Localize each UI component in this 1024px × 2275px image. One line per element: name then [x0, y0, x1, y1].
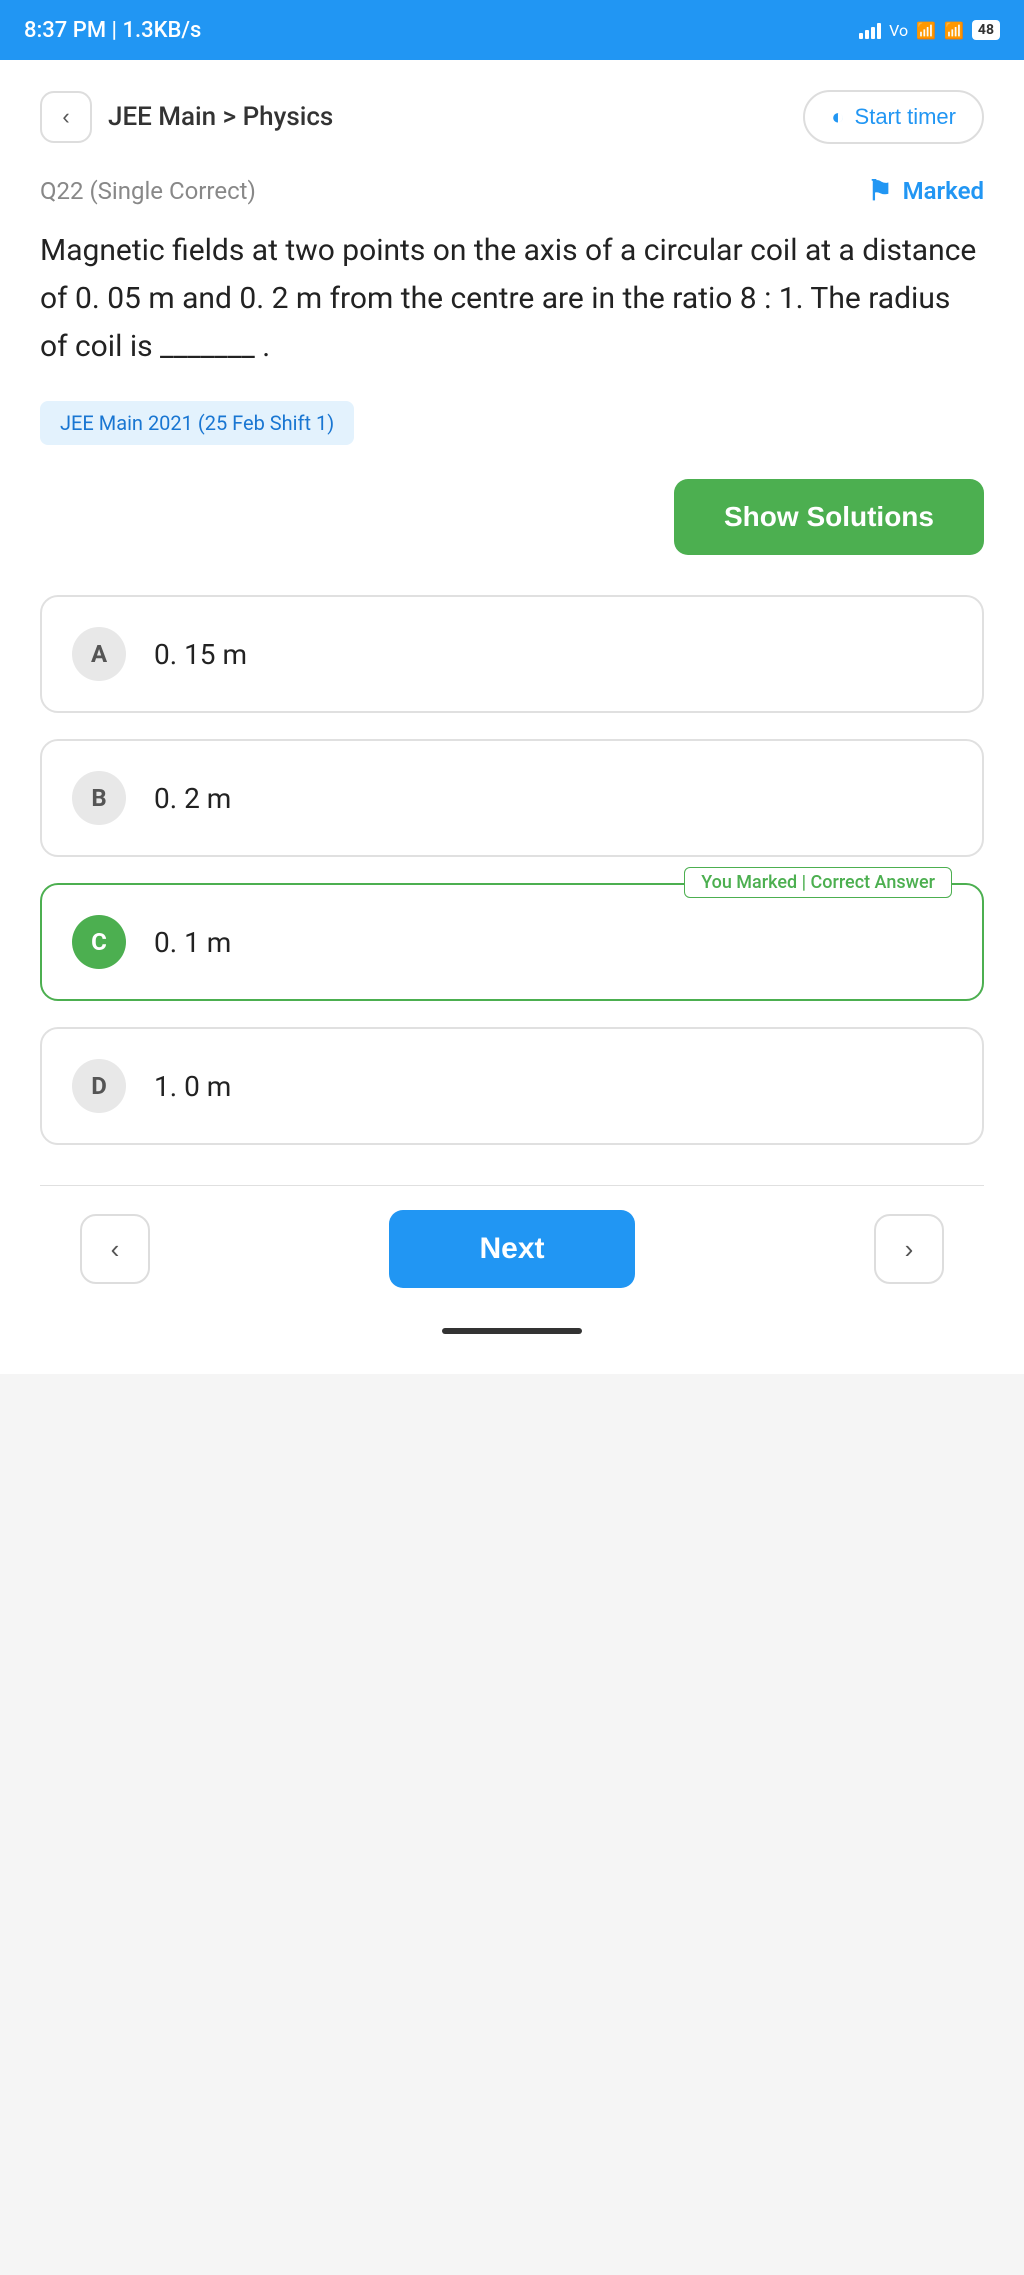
nav-left: ‹ JEE Main > Physics — [40, 91, 333, 143]
bookmark-icon: ⚑ — [868, 174, 893, 207]
top-nav: ‹ JEE Main > Physics ◐ Start timer — [40, 60, 984, 164]
back-arrow-icon: ‹ — [62, 104, 69, 130]
option-d[interactable]: D 1. 0 m — [40, 1027, 984, 1145]
correct-answer-label: You Marked | Correct Answer — [684, 867, 952, 898]
option-a-text: 0. 15 m — [154, 638, 247, 671]
prev-arrow-icon: ‹ — [111, 1234, 120, 1265]
signal-icon — [859, 21, 881, 39]
wifi-icon: 📶 — [916, 21, 936, 40]
option-a[interactable]: A 0. 15 m — [40, 595, 984, 713]
show-solutions-button[interactable]: Show Solutions — [674, 479, 984, 555]
next-arrow-button[interactable]: › — [874, 1214, 944, 1284]
question-text: Magnetic fields at two points on the axi… — [40, 227, 984, 371]
battery-indicator: 48 — [972, 20, 1000, 40]
option-a-letter: A — [72, 627, 126, 681]
status-bar: 8:37 PM | 1.3KB/s Vo 📶 📶 48 — [0, 0, 1024, 60]
option-d-letter: D — [72, 1059, 126, 1113]
prev-button[interactable]: ‹ — [80, 1214, 150, 1284]
next-button[interactable]: Next — [389, 1210, 634, 1288]
breadcrumb: JEE Main > Physics — [108, 102, 333, 132]
back-button[interactable]: ‹ — [40, 91, 92, 143]
marked-label: Marked — [903, 177, 984, 205]
question-tag: JEE Main 2021 (25 Feb Shift 1) — [40, 401, 354, 445]
vo-label: Vo — [889, 21, 908, 40]
status-icons: Vo 📶 📶 48 — [859, 20, 1000, 40]
options-container: A 0. 15 m B 0. 2 m You Marked | Correct … — [40, 595, 984, 1145]
option-c[interactable]: You Marked | Correct Answer C 0. 1 m — [40, 883, 984, 1001]
home-indicator — [442, 1328, 582, 1334]
option-c-letter: C — [72, 915, 126, 969]
option-b-text: 0. 2 m — [154, 782, 231, 815]
option-b[interactable]: B 0. 2 m — [40, 739, 984, 857]
marked-badge: ⚑ Marked — [868, 174, 985, 207]
question-number: Q22 (Single Correct) — [40, 177, 256, 205]
status-time: 8:37 PM | 1.3KB/s — [24, 18, 201, 43]
next-arrow-icon: › — [905, 1234, 914, 1265]
bottom-nav: ‹ Next › — [40, 1185, 984, 1318]
signal-strength-icon: 📶 — [944, 21, 964, 40]
start-timer-button[interactable]: ◐ Start timer — [803, 90, 984, 144]
main-content: ‹ JEE Main > Physics ◐ Start timer Q22 (… — [0, 60, 1024, 1374]
timer-label: Start timer — [855, 104, 956, 130]
option-c-text: 0. 1 m — [154, 926, 231, 959]
question-header: Q22 (Single Correct) ⚑ Marked — [40, 174, 984, 207]
option-d-text: 1. 0 m — [154, 1070, 231, 1103]
option-b-letter: B — [72, 771, 126, 825]
timer-icon: ◐ — [831, 104, 844, 130]
